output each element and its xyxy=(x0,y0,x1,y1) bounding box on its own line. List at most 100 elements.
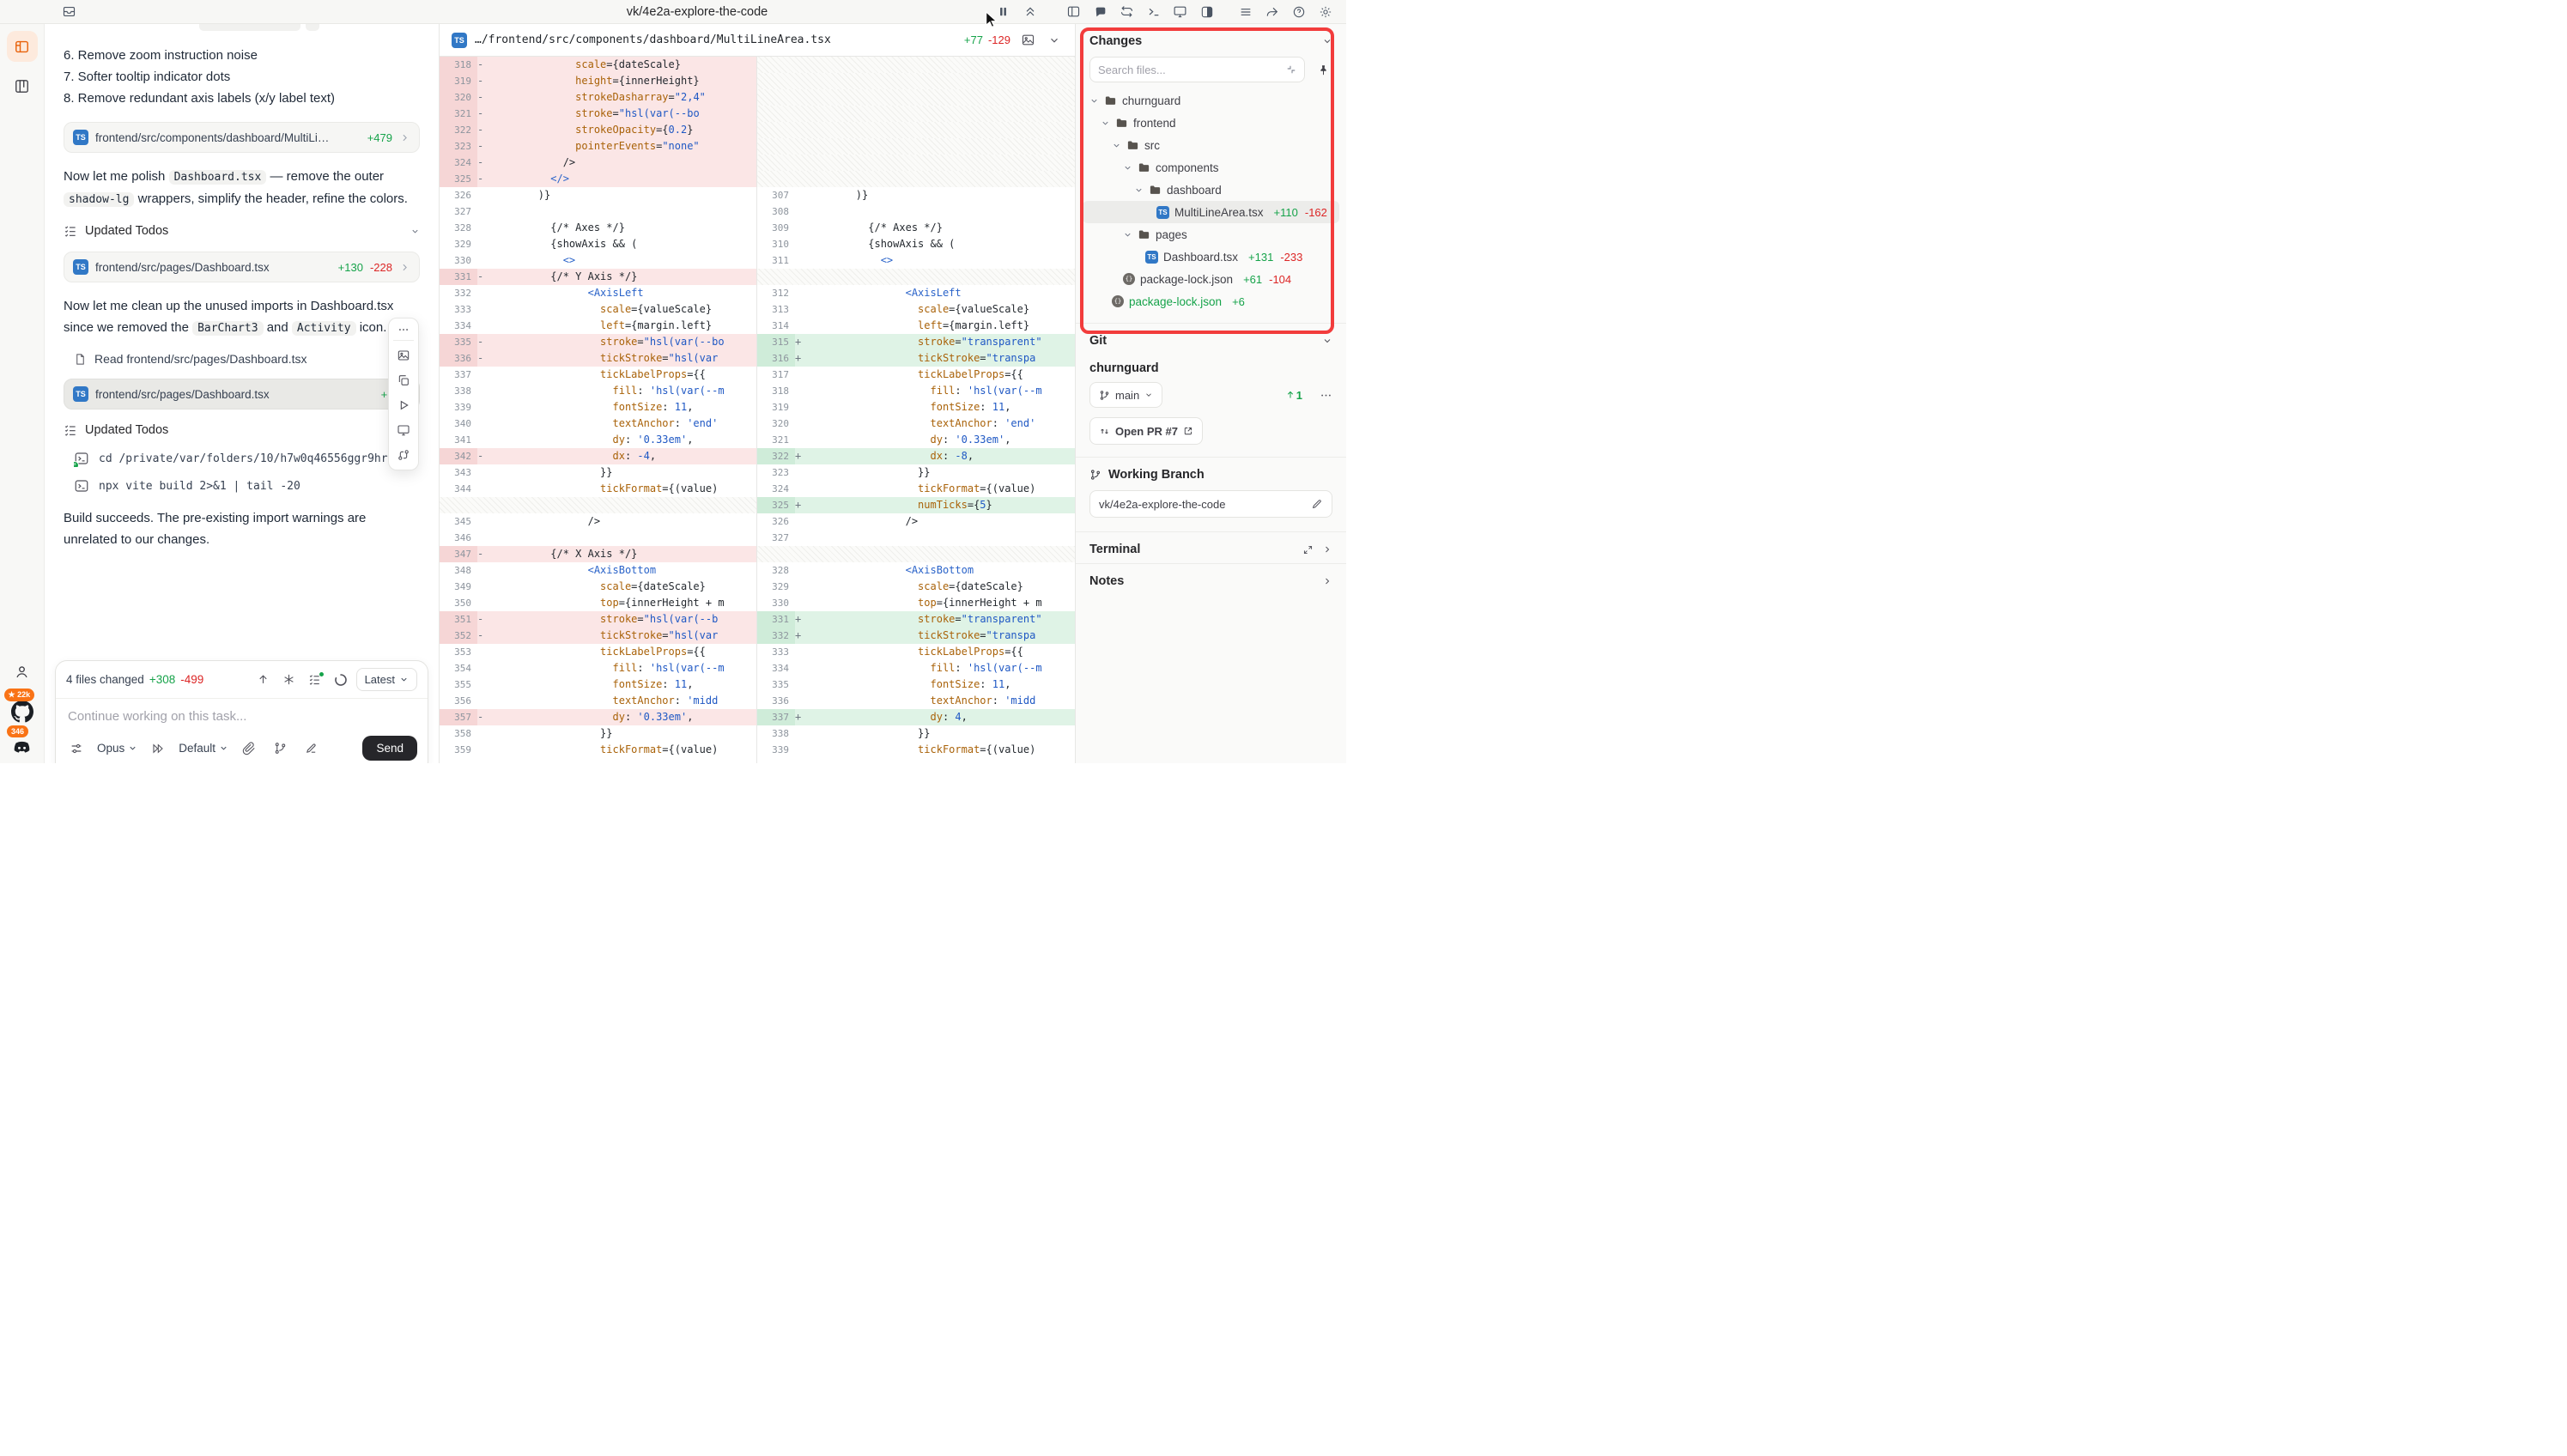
tray-icon-button[interactable] xyxy=(58,3,80,21)
terminal-button[interactable] xyxy=(1143,3,1164,21)
deletions-count: -499 xyxy=(180,673,203,686)
workspace-tab-active[interactable] xyxy=(7,31,38,62)
settings-sliders-button[interactable] xyxy=(66,738,87,759)
tool-use-row[interactable]: Read frontend/src/pages/Dashboard.tsx xyxy=(74,352,420,366)
collapse-all-button[interactable] xyxy=(1019,3,1041,21)
diff-row: 321- stroke="hsl(var(--bo xyxy=(440,106,756,122)
scroll-top-button[interactable] xyxy=(253,670,274,690)
files-changed-bar[interactable]: 4 files changed +308 -499 Latest xyxy=(56,661,428,699)
terminal-command-row[interactable]: npx vite build 2>&1 | tail -20 xyxy=(74,478,420,494)
branch-selector[interactable]: main xyxy=(1089,382,1162,408)
terminal-command-row[interactable]: +cd /private/var/folders/10/h7w0q46556gg… xyxy=(74,451,420,467)
kanban-tab[interactable] xyxy=(7,70,38,101)
code-line: textAnchor: 'midd xyxy=(806,693,1075,709)
message-input[interactable]: Continue working on this task... xyxy=(56,699,428,729)
search-input[interactable]: Search files... xyxy=(1089,57,1305,82)
tree-file-package-lock-json[interactable]: {}package-lock.json+61-104 xyxy=(1083,268,1339,290)
line-number: 311 xyxy=(757,252,795,269)
line-number: 307 xyxy=(757,187,795,203)
tree-folder-churnguard[interactable]: churnguard xyxy=(1083,89,1339,112)
terminal-section-header[interactable]: Terminal xyxy=(1076,532,1346,563)
attach-button[interactable] xyxy=(239,738,259,759)
diff-body[interactable]: 318- scale={dateScale}319- height={inner… xyxy=(440,57,1075,763)
diff-marker xyxy=(477,725,489,742)
todos-label: Updated Todos xyxy=(85,224,168,238)
version-dropdown[interactable]: Latest xyxy=(356,668,417,691)
notes-section-header[interactable]: Notes xyxy=(1076,564,1346,595)
pin-files-button[interactable] xyxy=(1312,58,1334,81)
branch-button[interactable] xyxy=(270,738,290,759)
help-button[interactable] xyxy=(1288,3,1309,21)
settings-button[interactable] xyxy=(1314,3,1336,21)
theme-toggle-button[interactable] xyxy=(1196,3,1217,21)
share-button[interactable] xyxy=(1261,3,1283,21)
file-change-card[interactable]: TSfrontend/src/components/dashboard/Mult… xyxy=(64,122,420,153)
file-change-card[interactable]: TSfrontend/src/pages/Dashboard.tsx+1-5 xyxy=(64,379,420,410)
discord-link[interactable]: 346 xyxy=(10,737,33,760)
git-more-button[interactable] xyxy=(1320,389,1332,402)
expand-icon[interactable] xyxy=(1302,544,1314,555)
mode-dropdown[interactable]: Default xyxy=(179,742,228,755)
updated-todos-row[interactable]: Updated Todos xyxy=(64,423,420,437)
image-icon xyxy=(397,349,410,362)
diff-row: 320- strokeDasharray="2,4" xyxy=(440,89,756,106)
sync-button[interactable] xyxy=(1116,3,1138,21)
diff-row: 333 tickLabelProps={{ xyxy=(757,644,1075,660)
code-line: stroke="transparent" xyxy=(806,611,1075,628)
code-line: tickFormat={(value) xyxy=(489,481,756,497)
diff-row: 333 scale={valueScale} xyxy=(440,301,756,318)
pause-button[interactable] xyxy=(992,3,1014,21)
working-branch-field[interactable]: vk/4e2a-explore-the-code xyxy=(1089,490,1332,518)
model-dropdown[interactable]: Opus xyxy=(97,742,137,755)
spark-button[interactable] xyxy=(279,670,300,690)
collapse-diff-button[interactable] xyxy=(1046,34,1063,46)
run-button[interactable] xyxy=(391,392,416,417)
github-link[interactable]: ★ 22k xyxy=(11,701,33,723)
code-line: tickStroke="transpa xyxy=(806,628,1075,644)
code-line: {/* Y Axis */} xyxy=(489,269,756,285)
compare-button[interactable] xyxy=(391,442,416,467)
chevron-down-icon xyxy=(1322,36,1332,46)
preview-button[interactable] xyxy=(391,417,416,442)
file-change-card[interactable]: TSfrontend/src/pages/Dashboard.tsx+130-2… xyxy=(64,252,420,282)
panel-left-button[interactable] xyxy=(1063,3,1084,21)
tree-folder-dashboard[interactable]: dashboard xyxy=(1083,179,1339,201)
image-diff-button[interactable] xyxy=(1018,33,1038,47)
search-placeholder: Search files... xyxy=(1098,64,1281,76)
tree-file-multilinearea-tsx[interactable]: TSMultiLineArea.tsx+110-162 xyxy=(1083,201,1339,223)
tree-folder-src[interactable]: src xyxy=(1083,134,1339,156)
diff-row xyxy=(757,171,1075,187)
diff-row xyxy=(757,73,1075,89)
account-button[interactable] xyxy=(7,656,38,687)
chat-transcript[interactable]: 6. Remove zoom instruction noise7. Softe… xyxy=(45,24,439,662)
display-button[interactable] xyxy=(1169,3,1191,21)
open-pr-button[interactable]: Open PR #7 xyxy=(1089,417,1203,445)
menu-button[interactable] xyxy=(1235,3,1256,21)
code-line: scale={dateScale} xyxy=(489,57,756,73)
collapse-diagonal-icon[interactable] xyxy=(1286,64,1296,75)
more-options-button[interactable] xyxy=(391,321,416,338)
diff-row xyxy=(757,546,1075,562)
screenshot-button[interactable] xyxy=(391,343,416,367)
tree-folder-frontend[interactable]: frontend xyxy=(1083,112,1339,134)
fast-forward-button[interactable] xyxy=(148,738,168,759)
updated-todos-row[interactable]: Updated Todos xyxy=(64,224,420,238)
pencil-icon[interactable] xyxy=(1311,498,1323,510)
send-button[interactable]: Send xyxy=(362,736,417,761)
tree-file-dashboard-tsx[interactable]: TSDashboard.tsx+131-233 xyxy=(1083,246,1339,268)
edit-pen-button[interactable] xyxy=(300,738,321,759)
line-number: 323 xyxy=(757,464,795,481)
diff-header: TS …/frontend/src/components/dashboard/M… xyxy=(440,24,1075,57)
copy-button[interactable] xyxy=(391,367,416,392)
diff-marker xyxy=(477,693,489,709)
tree-folder-pages[interactable]: pages xyxy=(1083,223,1339,246)
diff-marker xyxy=(795,301,806,318)
line-number: 336 xyxy=(757,693,795,709)
todos-status-button[interactable] xyxy=(305,670,325,690)
line-number: 354 xyxy=(440,660,477,676)
tree-file-package-lock-json[interactable]: {}package-lock.json+6 xyxy=(1083,290,1339,312)
changes-section-header[interactable]: Changes xyxy=(1076,24,1346,55)
git-section-header[interactable]: Git xyxy=(1076,324,1346,355)
chat-button[interactable] xyxy=(1089,3,1111,21)
tree-folder-components[interactable]: components xyxy=(1083,156,1339,179)
